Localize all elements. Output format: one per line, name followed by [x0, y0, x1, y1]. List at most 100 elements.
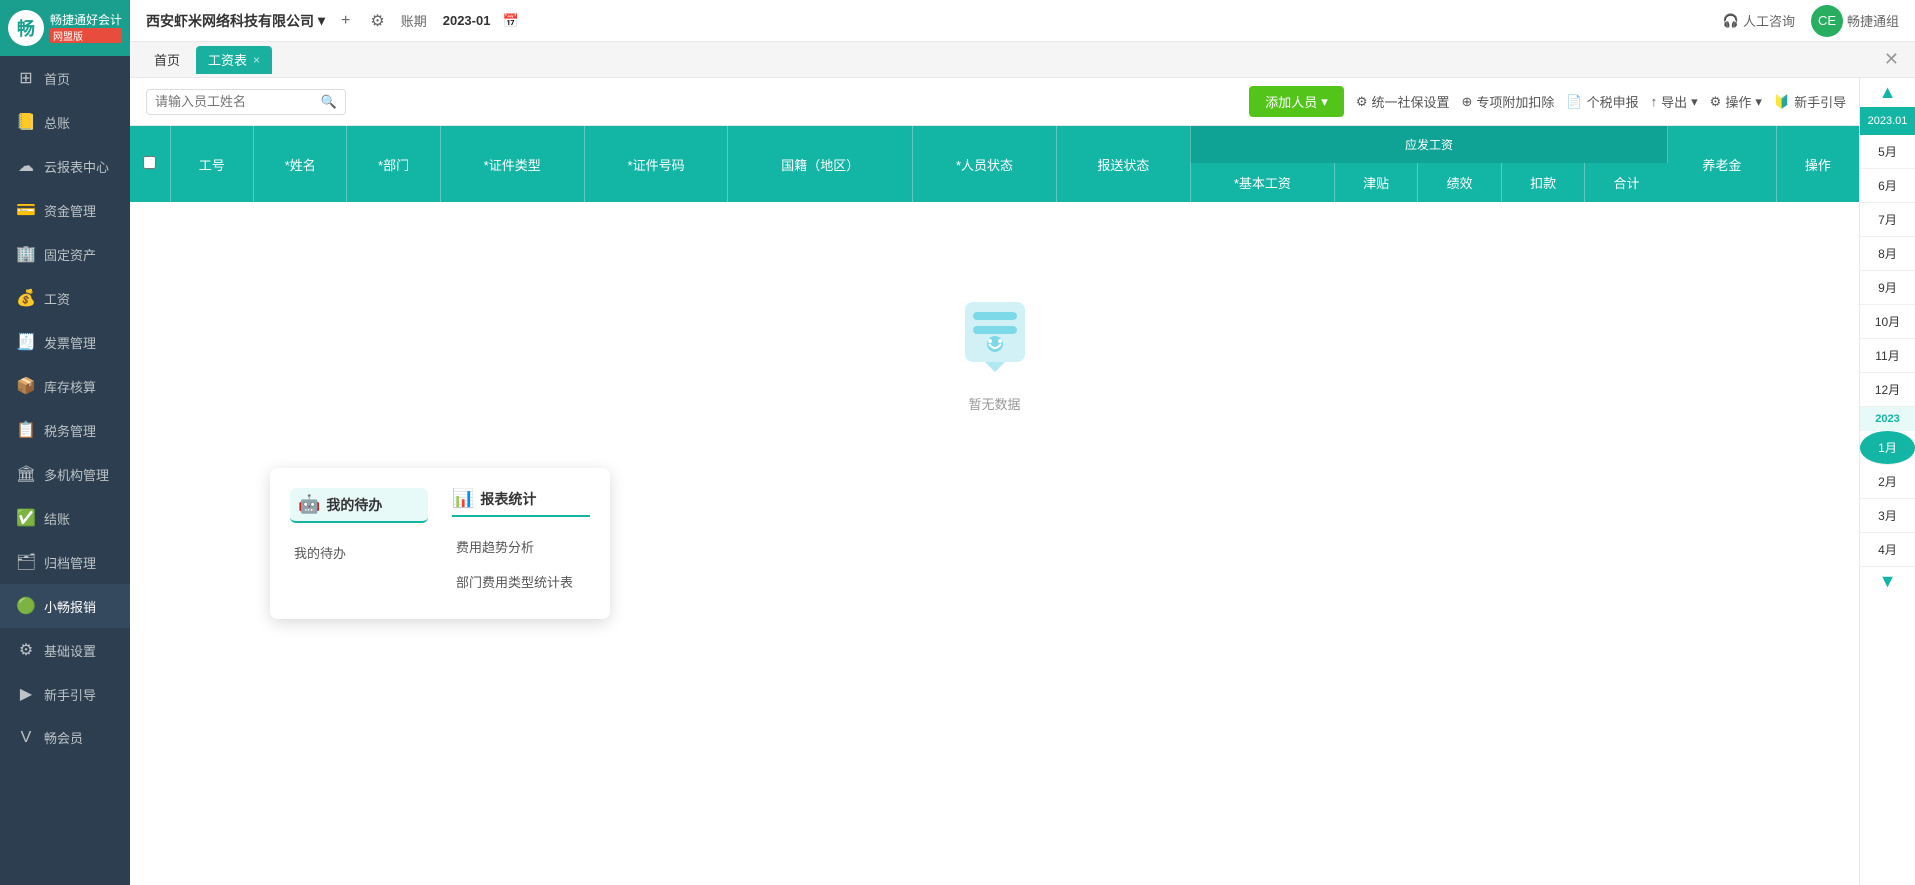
sidebar-item-settlement[interactable]: ✅ 结账: [0, 496, 130, 540]
tab-home[interactable]: 首页: [142, 46, 192, 74]
search-icon[interactable]: 🔍: [321, 94, 337, 110]
month-panel-down[interactable]: ▼: [1875, 567, 1901, 596]
th-group-salary: 应发工资: [1190, 126, 1667, 163]
new-guide-btn[interactable]: 🔰 新手引导: [1774, 92, 1846, 111]
topbar-right: 🎧 人工咨询 CE 畅捷通组: [1723, 5, 1899, 37]
month-2023-4[interactable]: 4月: [1860, 533, 1915, 567]
settings-icon: ⚙: [16, 640, 36, 660]
fixed-assets-icon: 🏢: [16, 244, 36, 264]
th-personnel-status: *人员状态: [913, 126, 1057, 202]
user-menu[interactable]: CE 畅捷通组: [1811, 5, 1899, 37]
social-security-icon: ⚙: [1356, 94, 1368, 110]
social-security-btn[interactable]: ⚙ 统一社保设置: [1356, 92, 1450, 111]
sidebar-item-multi-org[interactable]: 🏛 多机构管理: [0, 452, 130, 496]
tax-icon: 📋: [16, 420, 36, 440]
sidebar-item-member[interactable]: V 畅会员: [0, 716, 130, 759]
popup-item-todo[interactable]: 我的待办: [290, 535, 428, 570]
sidebar-item-salary[interactable]: 💰 工资: [0, 276, 130, 320]
username: 畅捷通组: [1847, 11, 1899, 30]
sidebar-item-guide[interactable]: ▶ 新手引导: [0, 672, 130, 716]
sidebar-item-cloud-report[interactable]: ☁ 云报表中心: [0, 144, 130, 188]
tab-salary[interactable]: 工资表 ×: [196, 46, 272, 74]
month-2022-11[interactable]: 11月: [1860, 339, 1915, 373]
sidebar-item-funds[interactable]: 💳 资金管理: [0, 188, 130, 232]
popup-item-dept-expense[interactable]: 部门费用类型统计表: [452, 564, 590, 599]
sidebar-item-home[interactable]: ⊞ 首页: [0, 56, 130, 100]
add-person-button[interactable]: 添加人员 ▾: [1249, 86, 1344, 117]
sidebar-item-inventory[interactable]: 📦 库存核算: [0, 364, 130, 408]
month-2022-10[interactable]: 10月: [1860, 305, 1915, 339]
popup-col-report-label: 报表统计: [480, 489, 536, 509]
export-btn[interactable]: ↑ 导出 ▾: [1651, 92, 1698, 111]
logo-text: 畅捷通好会计: [50, 13, 122, 29]
month-2022-9[interactable]: 9月: [1860, 271, 1915, 305]
expense-icon: 🟢: [16, 596, 36, 616]
invoice-icon: 🧾: [16, 332, 36, 352]
sidebar-label-guide: 新手引导: [44, 685, 96, 704]
popup-menu: 🤖 我的待办 我的待办 📊 报表统计 费用趋势分析 部门费用类型统计表: [270, 468, 610, 619]
operation-label: 操作: [1725, 92, 1751, 111]
report-icon: 📊: [452, 488, 474, 509]
main-area: 西安虾米网络科技有限公司 ▾ + ⚙ 账期 2023-01 📅 🎧 人工咨询 C…: [130, 0, 1915, 885]
month-2022-5[interactable]: 5月: [1860, 135, 1915, 169]
company-selector[interactable]: 西安虾米网络科技有限公司 ▾: [146, 11, 325, 31]
popup-item-expense-trend[interactable]: 费用趋势分析: [452, 529, 590, 564]
sidebar-label-invoice: 发票管理: [44, 333, 96, 352]
sidebar-item-basic-settings[interactable]: ⚙ 基础设置: [0, 628, 130, 672]
app-logo[interactable]: 畅 畅捷通好会计 网盟版: [0, 0, 130, 56]
member-icon: V: [16, 729, 36, 747]
month-2022-8[interactable]: 8月: [1860, 237, 1915, 271]
tab-home-label: 首页: [154, 50, 180, 69]
sidebar: 畅 畅捷通好会计 网盟版 ⊞ 首页 📒 总账 ☁ 云报表中心 💳 资金管理 🏢 …: [0, 0, 130, 885]
month-2023-1[interactable]: 1月: [1860, 431, 1915, 465]
th-pension: 养老金: [1668, 126, 1777, 202]
year-2023-label: 2023: [1860, 407, 1915, 431]
sidebar-label-ledger: 总账: [44, 113, 70, 132]
sidebar-item-ledger[interactable]: 📒 总账: [0, 100, 130, 144]
popup-col-todo-label: 我的待办: [326, 495, 382, 515]
settings-button[interactable]: ⚙: [366, 7, 388, 35]
add-dropdown-icon: ▾: [1321, 94, 1328, 110]
operation-dropdown-icon: ▾: [1755, 94, 1762, 110]
th-checkbox[interactable]: [130, 126, 170, 202]
add-company-button[interactable]: +: [337, 8, 354, 34]
sidebar-item-archive[interactable]: 🗂 归档管理: [0, 540, 130, 584]
special-deduction-icon: ⊕: [1462, 94, 1473, 110]
search-input[interactable]: [155, 94, 315, 109]
empty-row: 暂无数据: [130, 202, 1859, 493]
support-button[interactable]: 🎧 人工咨询: [1723, 11, 1795, 30]
sidebar-label-expense: 小畅报销: [44, 597, 96, 616]
sidebar-label-salary: 工资: [44, 289, 70, 308]
sidebar-item-tax[interactable]: 📋 税务管理: [0, 408, 130, 452]
tax-filing-btn[interactable]: 📄 个税申报: [1566, 92, 1638, 111]
sidebar-item-fixed-assets[interactable]: 🏢 固定资产: [0, 232, 130, 276]
operation-icon: ⚙: [1710, 94, 1722, 110]
month-2022-7[interactable]: 7月: [1860, 203, 1915, 237]
social-security-label: 统一社保设置: [1371, 92, 1449, 111]
ledger-icon: 📒: [16, 112, 36, 132]
tax-filing-label: 个税申报: [1587, 92, 1639, 111]
month-panel-up[interactable]: ▲: [1875, 78, 1901, 107]
sidebar-item-invoice[interactable]: 🧾 发票管理: [0, 320, 130, 364]
month-2022-6[interactable]: 6月: [1860, 169, 1915, 203]
month-2023-2[interactable]: 2月: [1860, 465, 1915, 499]
calendar-icon[interactable]: 📅: [502, 13, 518, 29]
popup-col-report-title: 📊 报表统计: [452, 488, 590, 517]
th-send-status: 报送状态: [1056, 126, 1190, 202]
period-value[interactable]: 2023-01: [443, 13, 491, 28]
month-2022-12[interactable]: 12月: [1860, 373, 1915, 407]
tab-close-global[interactable]: ✕: [1880, 45, 1903, 74]
month-2023-3[interactable]: 3月: [1860, 499, 1915, 533]
sidebar-label-cloud: 云报表中心: [44, 157, 109, 176]
th-dept: *部门: [347, 126, 440, 202]
funds-icon: 💳: [16, 200, 36, 220]
select-all-checkbox[interactable]: [143, 156, 156, 169]
salary-table: 工号 *姓名 *部门 *证件类型 *证件号码 国籍（地区） *人员状态 报送状态…: [130, 126, 1859, 493]
tab-close-button[interactable]: ×: [253, 53, 260, 67]
sidebar-item-expense[interactable]: 🟢 小畅报销: [0, 584, 130, 628]
logo-icon: 畅: [8, 10, 44, 46]
operation-btn[interactable]: ⚙ 操作 ▾: [1710, 92, 1762, 111]
cloud-icon: ☁: [16, 156, 36, 176]
settlement-icon: ✅: [16, 508, 36, 528]
special-deduction-btn[interactable]: ⊕ 专项附加扣除: [1462, 92, 1555, 111]
